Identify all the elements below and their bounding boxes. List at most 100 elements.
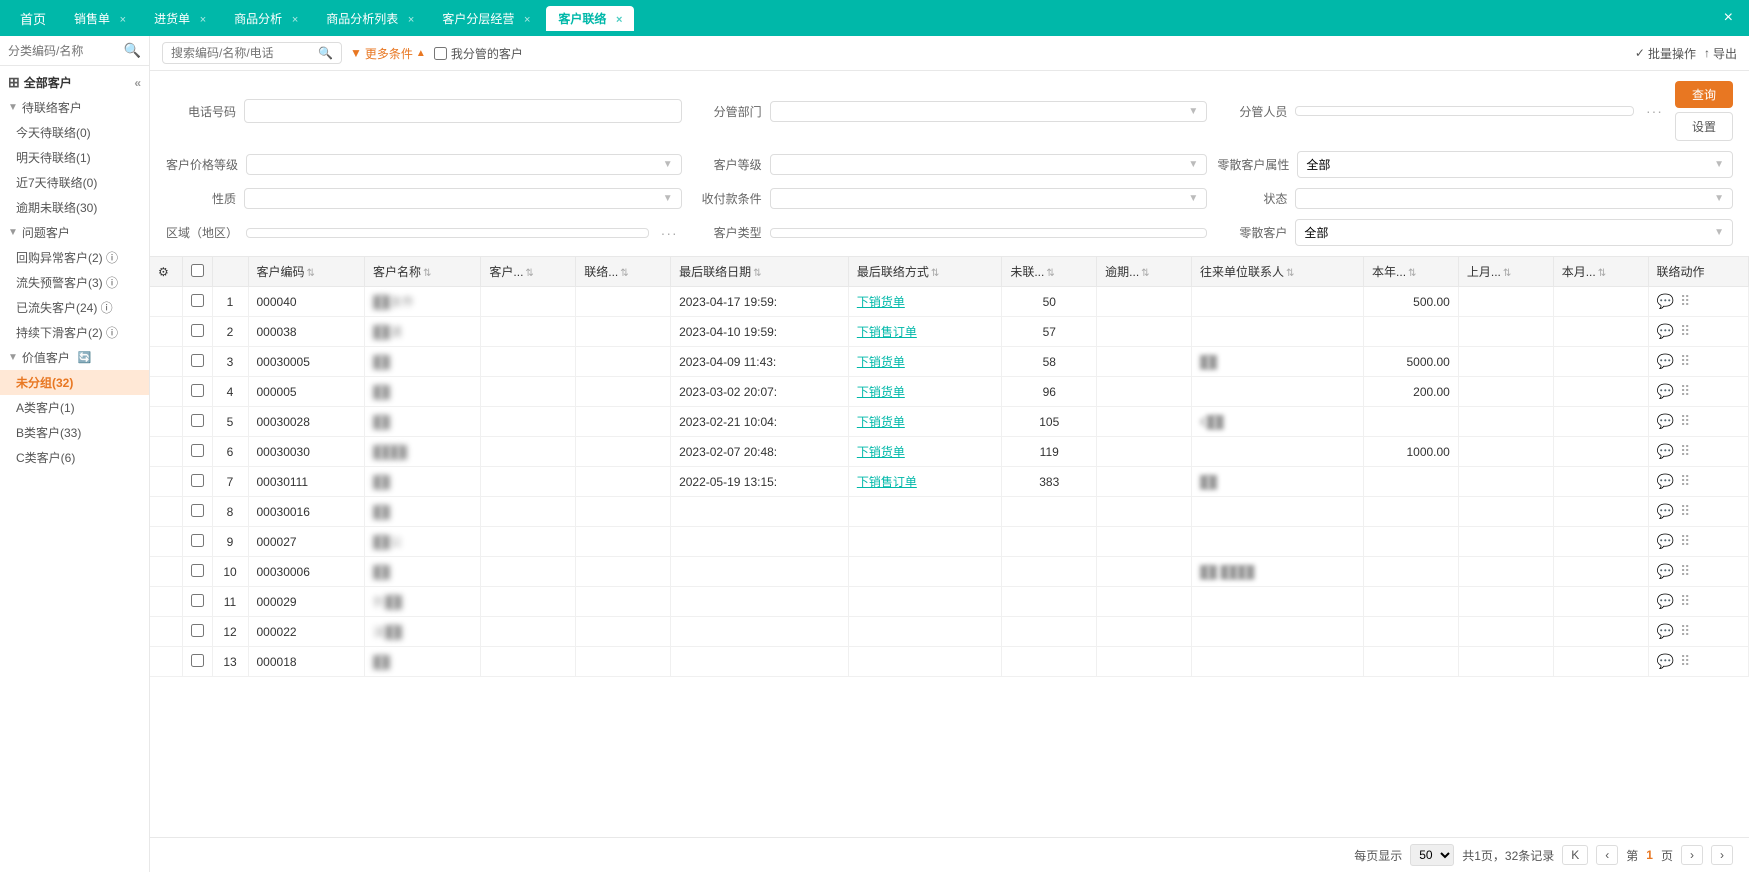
nav-tab-analysis-list[interactable]: 商品分析列表 × bbox=[314, 6, 426, 31]
close-tab-purchase[interactable]: × bbox=[200, 14, 206, 26]
nav-tab-home[interactable]: 首页 bbox=[8, 5, 58, 32]
price-level-select[interactable]: ▼ bbox=[246, 154, 682, 175]
nav-tab-purchase[interactable]: 进货单 × bbox=[142, 6, 218, 31]
contact-icon[interactable]: 💬 bbox=[1657, 353, 1674, 370]
td-checkbox[interactable] bbox=[182, 317, 212, 347]
export-button[interactable]: ↑ 导出 bbox=[1704, 45, 1737, 62]
contact-icon[interactable]: 💬 bbox=[1657, 413, 1674, 430]
td-checkbox[interactable] bbox=[182, 497, 212, 527]
phone-input[interactable] bbox=[244, 99, 682, 123]
td-checkbox[interactable] bbox=[182, 467, 212, 497]
sort-icon-code[interactable]: ⇅ bbox=[307, 268, 315, 279]
td-checkbox[interactable] bbox=[182, 557, 212, 587]
contact-icon[interactable]: 💬 bbox=[1657, 653, 1674, 670]
nav-tab-sales[interactable]: 销售单 × bbox=[62, 6, 138, 31]
customer-level-select[interactable]: ▼ bbox=[770, 154, 1208, 175]
sort-icon-name[interactable]: ⇅ bbox=[423, 268, 431, 279]
sidebar-item-a-class[interactable]: A类客户(1) bbox=[0, 395, 149, 420]
refresh-icon[interactable]: 🔄 bbox=[78, 351, 92, 364]
my-customers-checkbox[interactable]: 我分管的客户 bbox=[434, 45, 523, 62]
sidebar-section-problem[interactable]: ▼ 问题客户 bbox=[0, 220, 149, 245]
prev-page-button[interactable]: ‹ bbox=[1596, 845, 1618, 865]
th-settings[interactable]: ⚙ bbox=[150, 257, 182, 287]
phone-field[interactable] bbox=[253, 104, 673, 118]
contact-icon[interactable]: 💬 bbox=[1657, 503, 1674, 520]
region-select[interactable] bbox=[246, 228, 649, 238]
sort-icon-last-month[interactable]: ⇅ bbox=[1503, 268, 1511, 279]
close-tab-customer-contact[interactable]: × bbox=[616, 14, 622, 26]
sidebar-item-7days[interactable]: 近7天待联络(0) bbox=[0, 170, 149, 195]
person-dots[interactable]: ··· bbox=[1642, 103, 1667, 119]
per-page-select[interactable]: 50 bbox=[1410, 844, 1454, 866]
contact-icon[interactable]: 💬 bbox=[1657, 563, 1674, 580]
td-checkbox[interactable] bbox=[182, 347, 212, 377]
sidebar-item-today[interactable]: 今天待联络(0) bbox=[0, 120, 149, 145]
contact-icon[interactable]: 💬 bbox=[1657, 593, 1674, 610]
first-page-button[interactable]: K bbox=[1562, 845, 1588, 865]
sidebar-search-input[interactable] bbox=[8, 44, 120, 58]
sidebar-collapse-button[interactable]: « bbox=[134, 76, 141, 90]
close-tab-analysis-list[interactable]: × bbox=[408, 14, 414, 26]
select-all-checkbox[interactable] bbox=[191, 264, 204, 277]
close-tab-analysis[interactable]: × bbox=[292, 14, 298, 26]
more-action-icon[interactable]: ⠿ bbox=[1680, 413, 1690, 430]
sidebar-section-value[interactable]: ▼ 价值客户 🔄 bbox=[0, 345, 149, 370]
sidebar-all-customers[interactable]: ⊞ 全部客户 « bbox=[0, 66, 149, 95]
payment-select[interactable]: ▼ bbox=[770, 188, 1208, 209]
nature-select[interactable]: ▼ bbox=[244, 188, 682, 209]
sort-icon-contact[interactable]: ⇅ bbox=[620, 268, 628, 279]
td-checkbox[interactable] bbox=[182, 287, 212, 317]
td-checkbox[interactable] bbox=[182, 437, 212, 467]
dept-select[interactable]: ▼ bbox=[770, 101, 1208, 122]
sort-icon-this-year[interactable]: ⇅ bbox=[1408, 268, 1416, 279]
td-checkbox[interactable] bbox=[182, 407, 212, 437]
more-action-icon[interactable]: ⠿ bbox=[1680, 623, 1690, 640]
sidebar-item-churned[interactable]: 已流失客户(24) ⓘ bbox=[0, 295, 149, 320]
next-page-button[interactable]: › bbox=[1681, 845, 1703, 865]
sidebar-section-pending[interactable]: ▼ 待联络客户 bbox=[0, 95, 149, 120]
contact-icon[interactable]: 💬 bbox=[1657, 383, 1674, 400]
sort-icon-no-contact[interactable]: ⇅ bbox=[1046, 268, 1054, 279]
filter-search-input[interactable] bbox=[171, 46, 314, 60]
more-action-icon[interactable]: ⠿ bbox=[1680, 503, 1690, 520]
sidebar-item-c-class[interactable]: C类客户(6) bbox=[0, 445, 149, 470]
more-action-icon[interactable]: ⠿ bbox=[1680, 323, 1690, 340]
more-action-icon[interactable]: ⠿ bbox=[1680, 443, 1690, 460]
sidebar-item-overdue[interactable]: 逾期未联络(30) bbox=[0, 195, 149, 220]
contact-icon[interactable]: 💬 bbox=[1657, 473, 1674, 490]
nav-tab-customer-tier[interactable]: 客户分层经营 × bbox=[430, 6, 542, 31]
sort-icon-this-month[interactable]: ⇅ bbox=[1598, 268, 1606, 279]
td-checkbox[interactable] bbox=[182, 377, 212, 407]
customer-type-select[interactable] bbox=[770, 228, 1208, 238]
sort-icon-category[interactable]: ⇅ bbox=[525, 268, 533, 279]
window-close-button[interactable]: × bbox=[1716, 5, 1741, 31]
contact-icon[interactable]: 💬 bbox=[1657, 293, 1674, 310]
last-page-button[interactable]: › bbox=[1711, 845, 1733, 865]
region-dots[interactable]: ··· bbox=[657, 225, 682, 241]
close-tab-customer-tier[interactable]: × bbox=[524, 14, 530, 26]
contact-icon[interactable]: 💬 bbox=[1657, 443, 1674, 460]
sidebar-item-churn-warning[interactable]: 流失预警客户(3) ⓘ bbox=[0, 270, 149, 295]
nav-tab-analysis[interactable]: 商品分析 × bbox=[222, 6, 310, 31]
more-action-icon[interactable]: ⠿ bbox=[1680, 293, 1690, 310]
th-checkbox[interactable] bbox=[182, 257, 212, 287]
contact-icon[interactable]: 💬 bbox=[1657, 623, 1674, 640]
person-select[interactable] bbox=[1295, 106, 1634, 116]
sidebar-item-b-class[interactable]: B类客户(33) bbox=[0, 420, 149, 445]
td-checkbox[interactable] bbox=[182, 647, 212, 677]
td-checkbox[interactable] bbox=[182, 527, 212, 557]
contact-icon[interactable]: 💬 bbox=[1657, 323, 1674, 340]
td-checkbox[interactable] bbox=[182, 587, 212, 617]
contact-icon[interactable]: 💬 bbox=[1657, 533, 1674, 550]
query-button[interactable]: 查询 bbox=[1675, 81, 1733, 108]
more-action-icon[interactable]: ⠿ bbox=[1680, 533, 1690, 550]
more-action-icon[interactable]: ⠿ bbox=[1680, 353, 1690, 370]
more-action-icon[interactable]: ⠿ bbox=[1680, 653, 1690, 670]
sort-icon-overdue[interactable]: ⇅ bbox=[1141, 268, 1149, 279]
status-select[interactable]: ▼ bbox=[1295, 188, 1733, 209]
bulk-ops-button[interactable]: ✓ 批量操作 bbox=[1635, 45, 1696, 62]
nav-tab-customer-contact[interactable]: 客户联络 × bbox=[546, 6, 634, 31]
more-action-icon[interactable]: ⠿ bbox=[1680, 563, 1690, 580]
sidebar-search-icon[interactable]: 🔍 bbox=[124, 42, 141, 59]
sort-icon-last-date[interactable]: ⇅ bbox=[753, 268, 761, 279]
